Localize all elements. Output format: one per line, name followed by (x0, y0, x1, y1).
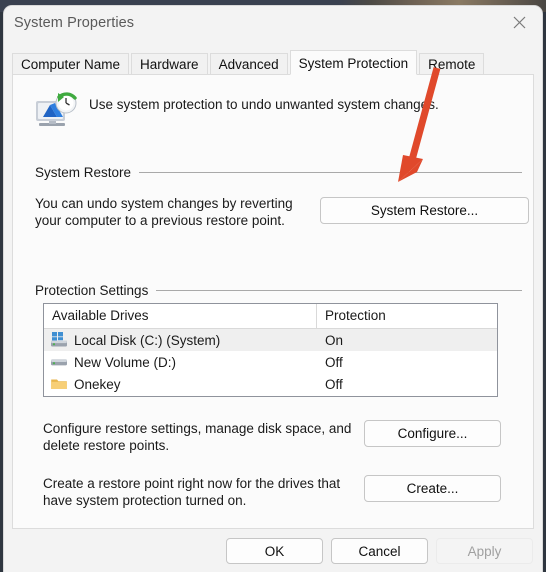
drive-name-cell: Local Disk (C:) (System) (44, 331, 317, 349)
table-row[interactable]: Local Disk (C:) (System) On (44, 329, 497, 351)
cancel-button[interactable]: Cancel (331, 538, 428, 564)
group-divider (156, 290, 522, 291)
header-description: Use system protection to undo unwanted s… (89, 97, 439, 112)
drive-name-cell: Onekey (44, 375, 317, 393)
table-row[interactable]: Onekey Off (44, 373, 497, 395)
tab-advanced[interactable]: Advanced (209, 53, 288, 75)
header-row: Use system protection to undo unwanted s… (25, 87, 520, 137)
system-restore-button[interactable]: System Restore... (320, 197, 529, 224)
system-protection-tab-page: Use system protection to undo unwanted s… (12, 74, 534, 529)
drive-name-label: Onekey (74, 376, 121, 392)
system-restore-description: You can undo system changes by reverting… (35, 196, 293, 228)
configure-description: Configure restore settings, manage disk … (43, 421, 352, 453)
available-drives-table[interactable]: Available Drives Protection Local Disk (… (43, 303, 498, 397)
system-protection-icon (33, 91, 81, 135)
system-restore-group-label: System Restore (35, 165, 132, 180)
protection-settings-group-label: Protection Settings (35, 283, 149, 298)
system-disk-icon (50, 331, 68, 349)
apply-button: Apply (436, 538, 533, 564)
dialog-button-bar: OK Cancel Apply (4, 529, 542, 572)
drive-protection-value: Off (325, 354, 343, 370)
drive-name-cell: New Volume (D:) (44, 353, 317, 371)
table-row[interactable]: New Volume (D:) Off (44, 351, 497, 373)
title-bar[interactable]: System Properties (4, 6, 542, 46)
column-header-available-drives[interactable]: Available Drives (44, 304, 317, 328)
drive-name-label: New Volume (D:) (74, 354, 177, 370)
drive-protection-value: On (325, 332, 344, 348)
drive-protection-value: Off (325, 376, 343, 392)
protection-settings-group-header: Protection Settings (35, 283, 522, 298)
system-restore-group-header: System Restore (35, 165, 522, 180)
tab-computer-name[interactable]: Computer Name (12, 53, 130, 75)
column-header-protection[interactable]: Protection (317, 304, 497, 328)
page-title: System Properties (14, 15, 135, 31)
table-header-row: Available Drives Protection (44, 304, 497, 329)
configure-button[interactable]: Configure... (364, 420, 501, 447)
create-description: Create a restore point right now for the… (43, 476, 341, 508)
tab-strip: Computer Name Hardware Advanced System P… (12, 50, 486, 75)
folder-icon (50, 375, 68, 393)
close-icon[interactable] (496, 6, 542, 38)
tab-system-protection[interactable]: System Protection (289, 50, 418, 75)
drive-name-label: Local Disk (C:) (System) (74, 332, 221, 348)
create-button[interactable]: Create... (364, 475, 501, 502)
group-divider (139, 172, 522, 173)
tab-hardware[interactable]: Hardware (131, 53, 208, 75)
system-properties-dialog: System Properties Computer Name Hardware… (4, 6, 542, 572)
ok-button[interactable]: OK (226, 538, 323, 564)
disk-drive-icon (50, 353, 68, 371)
tab-remote[interactable]: Remote (419, 53, 485, 75)
